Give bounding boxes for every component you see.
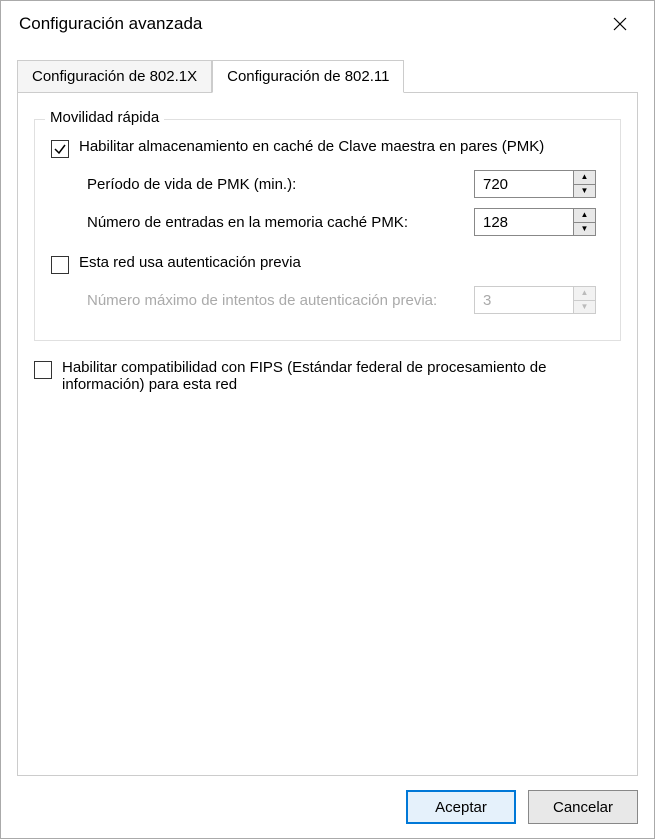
pmk-subfields: Período de vida de PMK (min.): ▲ ▼ Númer… <box>87 170 604 236</box>
pmk-lifetime-spinner-buttons: ▲ ▼ <box>574 170 596 198</box>
pmk-cache-label: Habilitar almacenamiento en caché de Cla… <box>79 138 604 155</box>
pmk-entries-up[interactable]: ▲ <box>574 209 595 223</box>
pmk-cache-checkbox[interactable] <box>51 140 69 158</box>
tabs: Configuración de 802.1X Configuración de… <box>17 60 638 93</box>
fips-label: Habilitar compatibilidad con FIPS (Están… <box>62 359 621 393</box>
pmk-lifetime-label: Período de vida de PMK (min.): <box>87 176 474 193</box>
close-button[interactable] <box>600 9 640 39</box>
pmk-cache-row: Habilitar almacenamiento en caché de Cla… <box>51 138 604 158</box>
button-bar: Aceptar Cancelar <box>1 776 654 838</box>
preauth-max-up: ▲ <box>574 287 595 301</box>
preauth-max-input <box>474 286 574 314</box>
close-icon <box>613 17 627 31</box>
preauth-label: Esta red usa autenticación previa <box>79 254 604 271</box>
group-label: Movilidad rápida <box>45 109 164 126</box>
tab-80211[interactable]: Configuración de 802.11 <box>212 60 404 93</box>
dialog-window: Configuración avanzada Configuración de … <box>0 0 655 839</box>
preauth-checkbox[interactable] <box>51 256 69 274</box>
tab-panel-80211: Movilidad rápida Habilitar almacenamient… <box>17 92 638 776</box>
pmk-entries-spinner: ▲ ▼ <box>474 208 604 236</box>
pmk-entries-down[interactable]: ▼ <box>574 223 595 236</box>
window-title: Configuración avanzada <box>19 14 202 34</box>
pmk-lifetime-row: Período de vida de PMK (min.): ▲ ▼ <box>87 170 604 198</box>
pmk-entries-input[interactable] <box>474 208 574 236</box>
pmk-lifetime-input[interactable] <box>474 170 574 198</box>
titlebar: Configuración avanzada <box>1 1 654 49</box>
pmk-lifetime-spinner: ▲ ▼ <box>474 170 604 198</box>
preauth-max-label: Número máximo de intentos de autenticaci… <box>87 292 474 309</box>
pmk-entries-spinner-buttons: ▲ ▼ <box>574 208 596 236</box>
pmk-lifetime-down[interactable]: ▼ <box>574 185 595 198</box>
tab-8021x[interactable]: Configuración de 802.1X <box>17 60 212 93</box>
preauth-max-spinner-buttons: ▲ ▼ <box>574 286 596 314</box>
preauth-max-spinner: ▲ ▼ <box>474 286 604 314</box>
fips-checkbox[interactable] <box>34 361 52 379</box>
preauth-row: Esta red usa autenticación previa <box>51 254 604 274</box>
pmk-entries-row: Número de entradas en la memoria caché P… <box>87 208 604 236</box>
preauth-max-row: Número máximo de intentos de autenticaci… <box>87 286 604 314</box>
pmk-entries-label: Número de entradas en la memoria caché P… <box>87 214 474 231</box>
preauth-subfields: Número máximo de intentos de autenticaci… <box>87 286 604 314</box>
checkmark-icon <box>53 142 67 156</box>
ok-button[interactable]: Aceptar <box>406 790 516 824</box>
fast-roaming-group: Movilidad rápida Habilitar almacenamient… <box>34 119 621 341</box>
preauth-max-down: ▼ <box>574 301 595 314</box>
content-area: Configuración de 802.1X Configuración de… <box>1 49 654 776</box>
cancel-button[interactable]: Cancelar <box>528 790 638 824</box>
fips-row: Habilitar compatibilidad con FIPS (Están… <box>34 359 621 393</box>
pmk-lifetime-up[interactable]: ▲ <box>574 171 595 185</box>
